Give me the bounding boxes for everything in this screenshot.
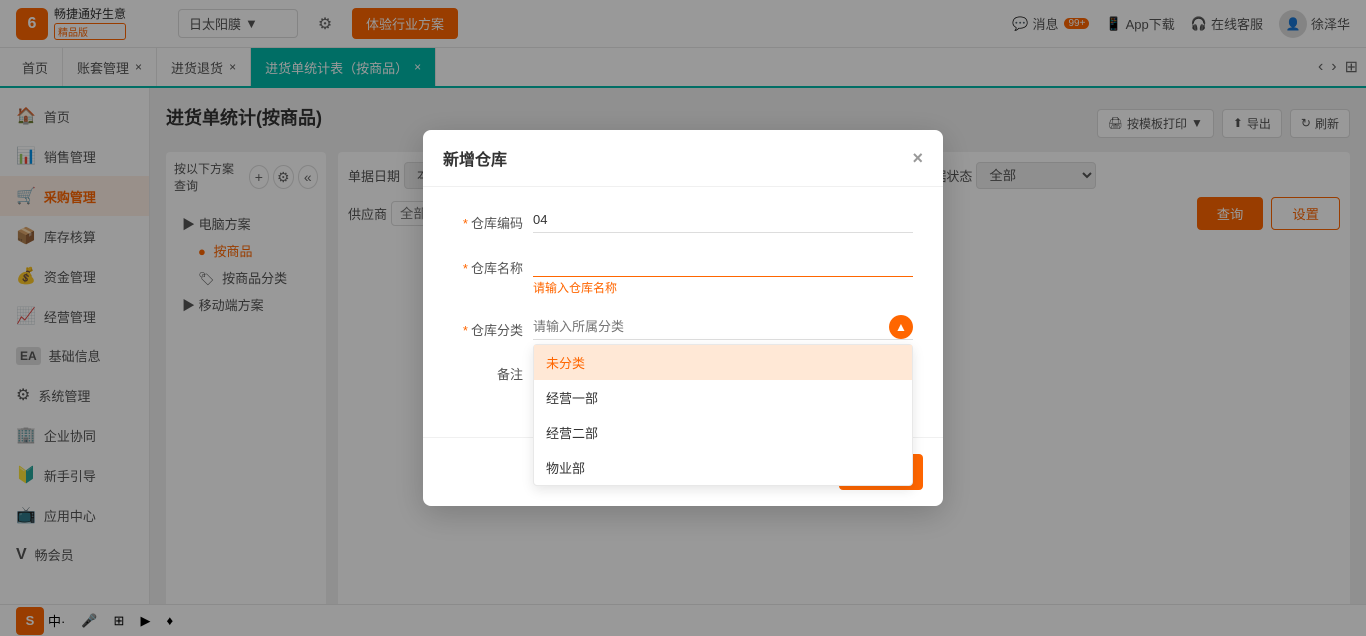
warehouse-name-row: *仓库名称 请输入仓库名称 [453,251,913,296]
dropdown-option-unclassified[interactable]: 未分类 [534,345,912,380]
add-warehouse-modal: 新增仓库 × *仓库编码 *仓库名称 请输入仓库名称 [423,130,943,506]
warehouse-name-error: 请输入仓库名称 [533,279,617,296]
warehouse-category-input[interactable] [533,314,913,340]
warehouse-code-label: *仓库编码 [453,207,533,232]
warehouse-code-row: *仓库编码 [453,207,913,233]
arrow-up-icon: ▲ [895,320,907,334]
dropdown-option-dept1[interactable]: 经营一部 [534,380,912,415]
warehouse-code-input[interactable] [533,207,913,233]
dropdown-option-dept2[interactable]: 经营二部 [534,415,912,450]
modal-header: 新增仓库 × [423,130,943,187]
warehouse-category-label: *仓库分类 [453,314,533,339]
category-dropdown-arrow[interactable]: ▲ [889,315,913,339]
modal-body: *仓库编码 *仓库名称 请输入仓库名称 *仓库分类 [423,187,943,437]
warehouse-name-label: *仓库名称 [453,252,533,277]
modal-close-button[interactable]: × [912,148,923,169]
modal-title: 新增仓库 [443,146,507,170]
warehouse-category-wrapper: ▲ 未分类 经营一部 经营二部 物业部 [533,314,913,340]
warehouse-name-input[interactable] [533,251,913,277]
category-dropdown-list: 未分类 经营一部 经营二部 物业部 [533,344,913,486]
dropdown-option-property[interactable]: 物业部 [534,450,912,485]
remark-label: 备注 [453,358,533,383]
warehouse-category-row: *仓库分类 ▲ 未分类 经营一部 [453,314,913,340]
modal-overlay: 新增仓库 × *仓库编码 *仓库名称 请输入仓库名称 [0,0,1366,636]
